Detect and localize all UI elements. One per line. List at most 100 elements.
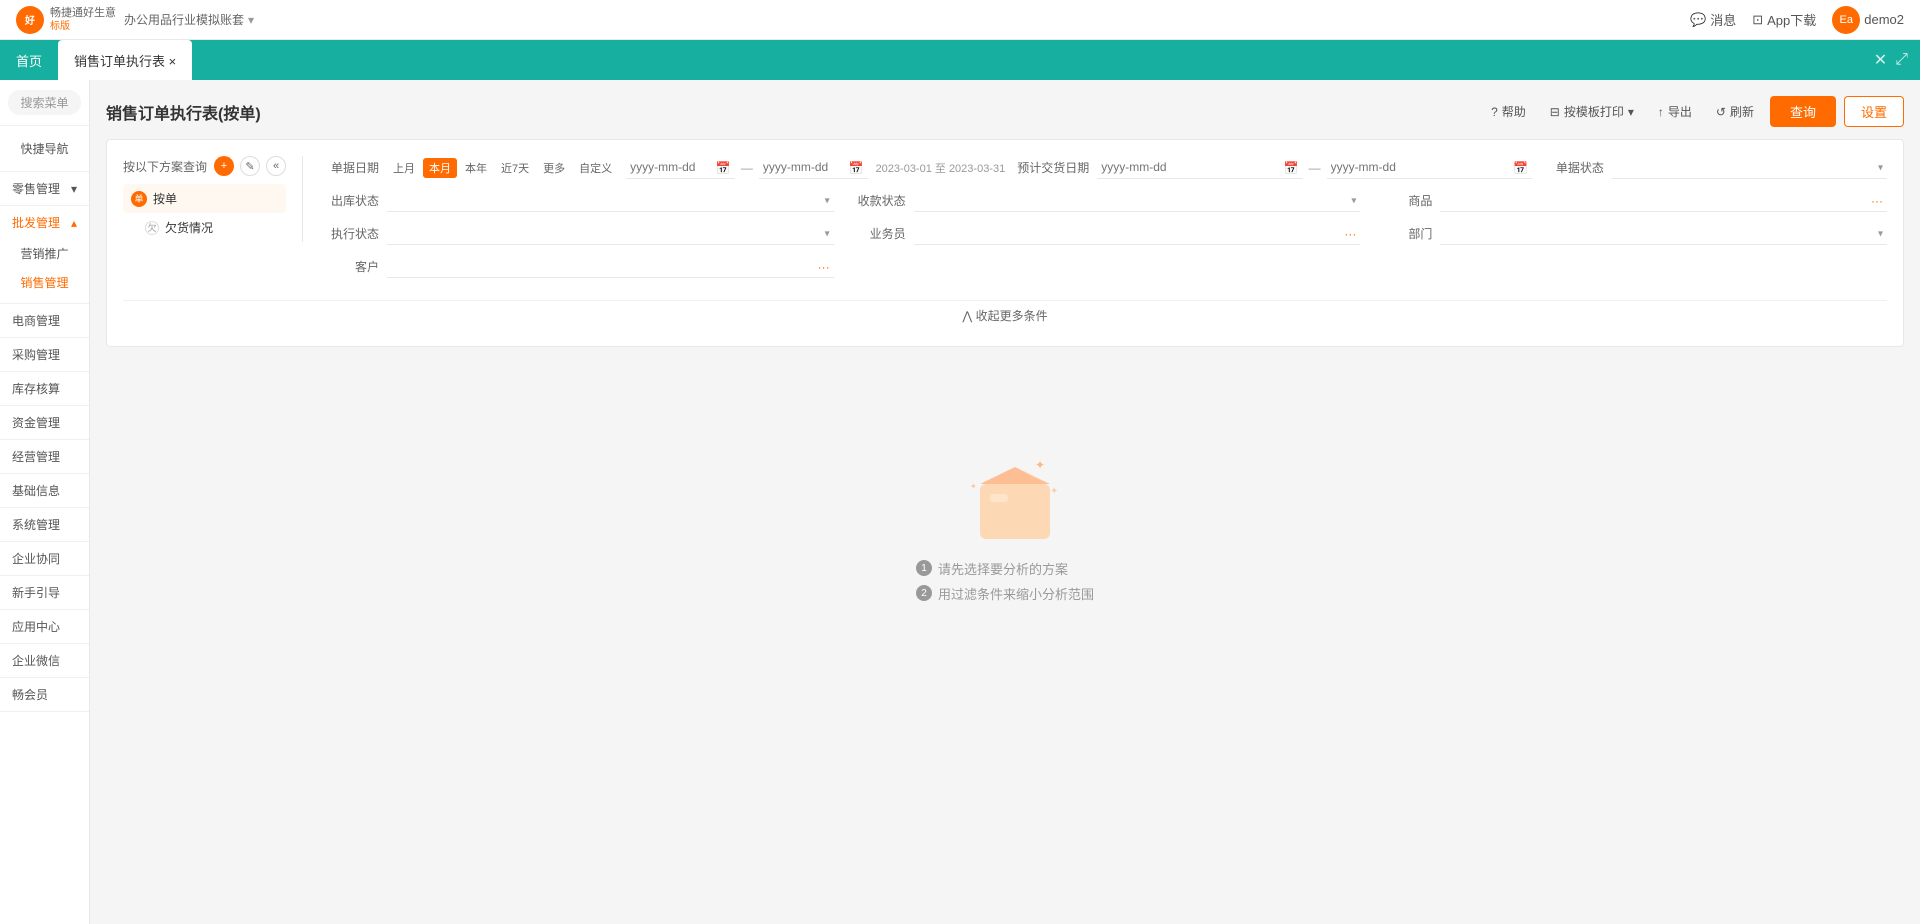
- date-label: 单据日期: [319, 159, 379, 176]
- date-to-wrap: 📅: [759, 156, 868, 179]
- tab-bar-right: ✕ ⤢: [1874, 50, 1920, 70]
- edit-scheme-button[interactable]: ✎: [240, 156, 260, 176]
- sidebar-children-wholesale: 营销推广 销售管理: [0, 239, 89, 303]
- refresh-icon: ↺: [1716, 105, 1726, 119]
- sidebar-item-sales[interactable]: 销售管理: [8, 268, 81, 297]
- empty-illustration: ✦ ✦ ✦: [955, 439, 1055, 539]
- query-button[interactable]: 查询: [1770, 96, 1836, 127]
- main-layout: 搜索菜单 零售管理 快捷导航 零售管理 ▾ 批发管理 ▴ 营销推广 销售管理: [0, 80, 1920, 924]
- message-button[interactable]: 💬 消息: [1690, 10, 1736, 29]
- filter-scheme-panel: 按以下方案查询 + ✎ « 单 按单 欠 欠货情况: [123, 156, 303, 242]
- chevron-down-icon: ▾: [71, 182, 77, 196]
- sidebar-section-apps: 应用中心: [0, 610, 89, 644]
- sidebar-item-quick-nav[interactable]: 零售管理 快捷导航: [0, 132, 89, 165]
- sidebar-item-enterprise[interactable]: 企业协同: [0, 542, 89, 575]
- sidebar-section-finance: 资金管理: [0, 406, 89, 440]
- breadcrumb-dropdown-icon[interactable]: ▾: [248, 13, 254, 27]
- exec-input[interactable]: [387, 222, 834, 245]
- sidebar-search: 搜索菜单: [0, 80, 89, 126]
- download-button[interactable]: ⊡ App下载: [1752, 10, 1816, 29]
- tab-expand-button[interactable]: ⤢: [1895, 51, 1908, 69]
- svg-text:✦: ✦: [1050, 486, 1058, 497]
- svg-text:✦: ✦: [1035, 458, 1045, 472]
- salesman-label: 业务员: [846, 225, 906, 242]
- sidebar-item-apps[interactable]: 应用中心: [0, 610, 89, 643]
- filter-row-1: 单据日期 上月 本月 本年 近7天 更多 自定义: [319, 156, 1887, 179]
- collapse-scheme-button[interactable]: «: [266, 156, 286, 176]
- date-tabs: 上月 本月 本年 近7天 更多 自定义: [387, 158, 618, 178]
- dept-input[interactable]: [1440, 222, 1887, 245]
- sidebar-section-basic: 基础信息: [0, 474, 89, 508]
- help-button[interactable]: ? 帮助: [1483, 99, 1534, 124]
- empty-hint: 1 请先选择要分析的方案 2 用过滤条件来缩小分析范围: [916, 559, 1094, 609]
- sidebar-item-finance[interactable]: 资金管理: [0, 406, 89, 439]
- template-print-button[interactable]: ⊟ 按模板打印 ▾: [1542, 99, 1642, 124]
- tab-sales-order[interactable]: 销售订单执行表 ×: [58, 40, 192, 80]
- sidebar-item-marketing[interactable]: 营销推广: [8, 239, 81, 268]
- goods-more-icon: ···: [1871, 194, 1883, 208]
- scheme-item-欠货[interactable]: 欠 欠货情况: [123, 213, 286, 242]
- avatar: Ea: [1832, 6, 1860, 34]
- date-from-wrap: 📅: [626, 156, 735, 179]
- date-tab-7days[interactable]: 近7天: [495, 158, 535, 178]
- filter-field-date: 单据日期 上月 本月 本年 近7天 更多 自定义: [319, 156, 1005, 179]
- date-tab-last-month[interactable]: 上月: [387, 158, 421, 178]
- settings-button[interactable]: 设置: [1844, 96, 1904, 127]
- dept-dropdown-icon: ▾: [1878, 228, 1883, 239]
- collapse-more-button[interactable]: ⋀ 收起更多条件: [123, 300, 1887, 330]
- export-button[interactable]: ↑ 导出: [1650, 99, 1700, 124]
- scheme-item-按单[interactable]: 单 按单: [123, 184, 286, 213]
- sidebar-item-member[interactable]: 畅会员: [0, 678, 89, 711]
- sidebar-item-operations[interactable]: 经营管理: [0, 440, 89, 473]
- sidebar-item-basic[interactable]: 基础信息: [0, 474, 89, 507]
- salesman-input[interactable]: [914, 222, 1361, 245]
- print-dropdown-icon: ▾: [1628, 105, 1634, 119]
- goods-label: 商品: [1372, 192, 1432, 209]
- exec-label: 执行状态: [319, 225, 379, 242]
- status-input[interactable]: [1612, 156, 1887, 179]
- customer-label: 客户: [319, 258, 379, 275]
- outbound-input[interactable]: [387, 189, 834, 212]
- sidebar-item-system[interactable]: 系统管理: [0, 508, 89, 541]
- sidebar-section-ecommerce: 电商管理: [0, 304, 89, 338]
- search-menu-input[interactable]: 搜索菜单: [8, 90, 81, 115]
- sidebar-section-operations: 经营管理: [0, 440, 89, 474]
- download-icon: ⊡: [1752, 12, 1763, 28]
- sidebar-item-inventory[interactable]: 库存核算: [0, 372, 89, 405]
- empty-hint-item-1: 1 请先选择要分析的方案: [916, 559, 1094, 578]
- tab-close-button[interactable]: ✕: [1874, 50, 1887, 70]
- sidebar-item-newbie[interactable]: 新手引导: [0, 576, 89, 609]
- top-bar: 好 畅捷通好生意 标版 办公用品行业模拟账套 ▾ 💬 消息 ⊡ App下载 Ea…: [0, 0, 1920, 40]
- sidebar-item-retail[interactable]: 零售管理 ▾: [0, 172, 89, 205]
- customer-more-icon: ···: [818, 260, 830, 274]
- user-avatar-area[interactable]: Ea demo2: [1832, 6, 1904, 34]
- expected-date-to-input[interactable]: [1327, 156, 1532, 179]
- sidebar-item-ecommerce[interactable]: 电商管理: [0, 304, 89, 337]
- date-tab-this-year[interactable]: 本年: [459, 158, 493, 178]
- expected-date-to-wrap: 📅: [1327, 156, 1532, 179]
- customer-input-wrap: ···: [387, 255, 834, 278]
- expected-date-from-input[interactable]: [1097, 156, 1302, 179]
- date-tab-this-month[interactable]: 本月: [423, 158, 457, 178]
- sidebar-item-wechat[interactable]: 企业微信: [0, 644, 89, 677]
- dept-label: 部门: [1372, 225, 1432, 242]
- sidebar-section-wholesale: 批发管理 ▴ 营销推广 销售管理: [0, 206, 89, 304]
- sidebar-item-purchase[interactable]: 采购管理: [0, 338, 89, 371]
- date-tab-more[interactable]: 更多: [537, 158, 571, 178]
- receipt-input[interactable]: [914, 189, 1361, 212]
- goods-input[interactable]: [1440, 189, 1887, 212]
- add-scheme-button[interactable]: +: [214, 156, 234, 176]
- sidebar-section-member: 畅会员: [0, 678, 89, 712]
- date-tab-custom[interactable]: 自定义: [573, 158, 618, 178]
- quick-nav-section: 零售管理 快捷导航: [0, 126, 89, 172]
- refresh-button[interactable]: ↺ 刷新: [1708, 99, 1762, 124]
- filter-field-exec: 执行状态 ▾: [319, 222, 834, 245]
- filter-field-outbound: 出库状态 ▾: [319, 189, 834, 212]
- tab-home[interactable]: 首页: [0, 40, 58, 80]
- expected-date-label: 预计交货日期: [1017, 159, 1089, 176]
- receipt-dropdown-icon: ▾: [1351, 195, 1356, 206]
- filter-field-goods: 商品 ···: [1372, 189, 1887, 212]
- sidebar-section-retail: 零售管理 ▾: [0, 172, 89, 206]
- sidebar-item-wholesale[interactable]: 批发管理 ▴: [0, 206, 89, 239]
- customer-input[interactable]: [387, 255, 834, 278]
